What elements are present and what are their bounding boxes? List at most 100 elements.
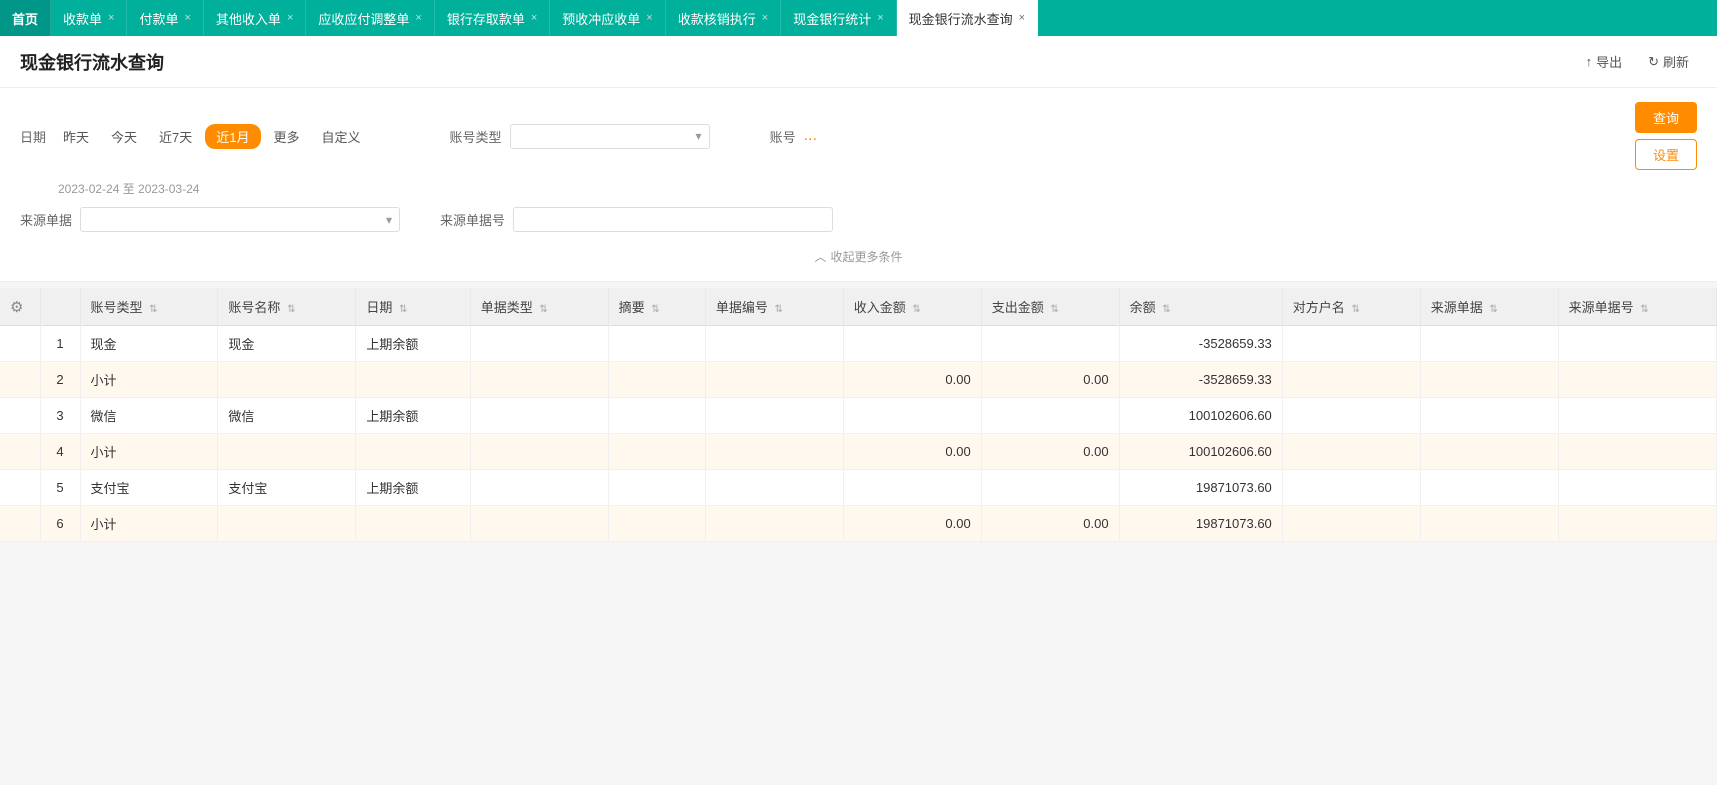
cell-date bbox=[356, 434, 470, 470]
settings-button[interactable]: 设置 bbox=[1635, 139, 1697, 170]
cell-summary bbox=[608, 434, 705, 470]
collapse-bar[interactable]: ︿ 收起更多条件 bbox=[20, 242, 1697, 267]
nav-tab-receipt[interactable]: 收款单 × bbox=[51, 0, 127, 36]
table-row[interactable]: 6小计0.000.0019871073.60 bbox=[0, 506, 1717, 542]
cell-source-doc-no bbox=[1558, 434, 1716, 470]
col-date[interactable]: 日期 ⇅ bbox=[356, 288, 470, 326]
cell-source-doc-no bbox=[1558, 362, 1716, 398]
cell-settings bbox=[0, 434, 40, 470]
nav-tab-bank-deposit[interactable]: 银行存取款单 × bbox=[435, 0, 550, 36]
nav-tab-ar-ap-adjust[interactable]: 应收应付调整单 × bbox=[306, 0, 434, 36]
nav-tab-cash-bank-flow-label: 现金银行流水查询 bbox=[909, 9, 1013, 28]
close-icon[interactable]: × bbox=[184, 12, 190, 24]
cell-index: 4 bbox=[40, 434, 80, 470]
date-option-7days[interactable]: 近7天 bbox=[150, 124, 201, 149]
sort-icon: ⇅ bbox=[1351, 304, 1359, 315]
col-summary[interactable]: 摘要 ⇅ bbox=[608, 288, 705, 326]
cell-doc-no bbox=[705, 326, 843, 362]
cell-account-type: 小计 bbox=[80, 434, 218, 470]
nav-tab-receipt-verify-label: 收款核销执行 bbox=[678, 9, 756, 28]
cell-balance: 100102606.60 bbox=[1119, 398, 1282, 434]
account-filter-group: 账号 ... bbox=[770, 127, 825, 146]
cell-account-name bbox=[218, 362, 356, 398]
sort-icon: ⇅ bbox=[1640, 304, 1648, 315]
col-income[interactable]: 收入金额 ⇅ bbox=[843, 288, 981, 326]
source-doc-num-input[interactable] bbox=[513, 207, 833, 232]
nav-tab-home[interactable]: 首页 bbox=[0, 0, 51, 36]
settings-icon[interactable]: ⚙ bbox=[10, 299, 23, 316]
close-icon[interactable]: × bbox=[1019, 12, 1025, 24]
account-type-select[interactable] bbox=[510, 124, 710, 149]
sort-icon: ⇅ bbox=[1162, 304, 1170, 315]
query-button[interactable]: 查询 bbox=[1635, 102, 1697, 133]
export-button[interactable]: ↑ 导出 bbox=[1578, 48, 1631, 75]
cell-date: 上期余额 bbox=[356, 326, 470, 362]
account-type-filter-group: 账号类型 bbox=[450, 124, 710, 149]
export-label: 导出 bbox=[1596, 52, 1622, 71]
date-option-more[interactable]: 更多 bbox=[265, 124, 309, 149]
export-icon: ↑ bbox=[1586, 54, 1593, 69]
cell-income: 0.00 bbox=[843, 506, 981, 542]
close-icon[interactable]: × bbox=[287, 12, 293, 24]
nav-tab-payment[interactable]: 付款单 × bbox=[127, 0, 203, 36]
col-doc-no[interactable]: 单据编号 ⇅ bbox=[705, 288, 843, 326]
table-row[interactable]: 2小计0.000.00-3528659.33 bbox=[0, 362, 1717, 398]
cell-source-doc-no bbox=[1558, 506, 1716, 542]
table-row[interactable]: 3微信微信上期余额100102606.60 bbox=[0, 398, 1717, 434]
close-icon[interactable]: × bbox=[415, 12, 421, 24]
cell-source-doc bbox=[1420, 326, 1558, 362]
close-icon[interactable]: × bbox=[877, 12, 883, 24]
col-doc-type[interactable]: 单据类型 ⇅ bbox=[470, 288, 608, 326]
cell-income: 0.00 bbox=[843, 434, 981, 470]
close-icon[interactable]: × bbox=[762, 12, 768, 24]
table-row[interactable]: 5支付宝支付宝上期余额19871073.60 bbox=[0, 470, 1717, 506]
date-option-1month[interactable]: 近1月 bbox=[205, 124, 260, 149]
close-icon[interactable]: × bbox=[531, 12, 537, 24]
cell-doc-no bbox=[705, 506, 843, 542]
filter-area: 日期 昨天 今天 近7天 近1月 更多 自定义 账号类型 账号 ... bbox=[0, 88, 1717, 282]
nav-tab-other-income[interactable]: 其他收入单 × bbox=[204, 0, 306, 36]
refresh-button[interactable]: ↻ 刷新 bbox=[1640, 48, 1697, 75]
cell-summary bbox=[608, 326, 705, 362]
page-title: 现金银行流水查询 bbox=[20, 49, 164, 75]
sort-icon: ⇅ bbox=[912, 304, 920, 315]
source-doc-num-filter-group: 来源单据号 bbox=[440, 207, 833, 232]
sort-icon: ⇅ bbox=[651, 304, 659, 315]
nav-tab-cash-bank-stat[interactable]: 现金银行统计 × bbox=[781, 0, 896, 36]
col-account-type[interactable]: 账号类型 ⇅ bbox=[80, 288, 218, 326]
source-doc-select[interactable] bbox=[80, 207, 400, 232]
table-row[interactable]: 1现金现金上期余额-3528659.33 bbox=[0, 326, 1717, 362]
nav-tab-cash-bank-flow[interactable]: 现金银行流水查询 × bbox=[897, 0, 1038, 36]
cell-source-doc bbox=[1420, 434, 1558, 470]
col-expense[interactable]: 支出金额 ⇅ bbox=[981, 288, 1119, 326]
cell-doc-no bbox=[705, 398, 843, 434]
table-row[interactable]: 4小计0.000.00100102606.60 bbox=[0, 434, 1717, 470]
col-source-doc-no[interactable]: 来源单据号 ⇅ bbox=[1558, 288, 1716, 326]
top-navigation: 首页 收款单 × 付款单 × 其他收入单 × 应收应付调整单 × 银行存取款单 … bbox=[0, 0, 1717, 36]
refresh-icon: ↻ bbox=[1648, 54, 1659, 70]
nav-tab-receipt-verify[interactable]: 收款核销执行 × bbox=[666, 0, 781, 36]
account-dots[interactable]: ... bbox=[804, 127, 817, 145]
close-icon[interactable]: × bbox=[108, 12, 114, 24]
cell-source-doc-no bbox=[1558, 398, 1716, 434]
cell-counterparty bbox=[1282, 362, 1420, 398]
cell-account-name: 现金 bbox=[218, 326, 356, 362]
col-account-name[interactable]: 账号名称 ⇅ bbox=[218, 288, 356, 326]
cell-account-type: 小计 bbox=[80, 362, 218, 398]
cell-source-doc bbox=[1420, 362, 1558, 398]
date-option-yesterday[interactable]: 昨天 bbox=[54, 124, 98, 149]
nav-tab-prepaid-offset[interactable]: 预收冲应收单 × bbox=[550, 0, 665, 36]
sort-icon: ⇅ bbox=[1050, 304, 1058, 315]
date-option-custom[interactable]: 自定义 bbox=[313, 124, 370, 149]
close-icon[interactable]: × bbox=[646, 12, 652, 24]
cell-settings bbox=[0, 362, 40, 398]
nav-tab-receipt-label: 收款单 bbox=[63, 9, 102, 28]
col-counterparty[interactable]: 对方户名 ⇅ bbox=[1282, 288, 1420, 326]
col-balance[interactable]: 余额 ⇅ bbox=[1119, 288, 1282, 326]
nav-tab-other-income-label: 其他收入单 bbox=[216, 9, 281, 28]
page-header: 现金银行流水查询 ↑ 导出 ↻ 刷新 bbox=[0, 36, 1717, 88]
date-option-today[interactable]: 今天 bbox=[102, 124, 146, 149]
cell-index: 1 bbox=[40, 326, 80, 362]
cell-account-type: 微信 bbox=[80, 398, 218, 434]
col-source-doc[interactable]: 来源单据 ⇅ bbox=[1420, 288, 1558, 326]
